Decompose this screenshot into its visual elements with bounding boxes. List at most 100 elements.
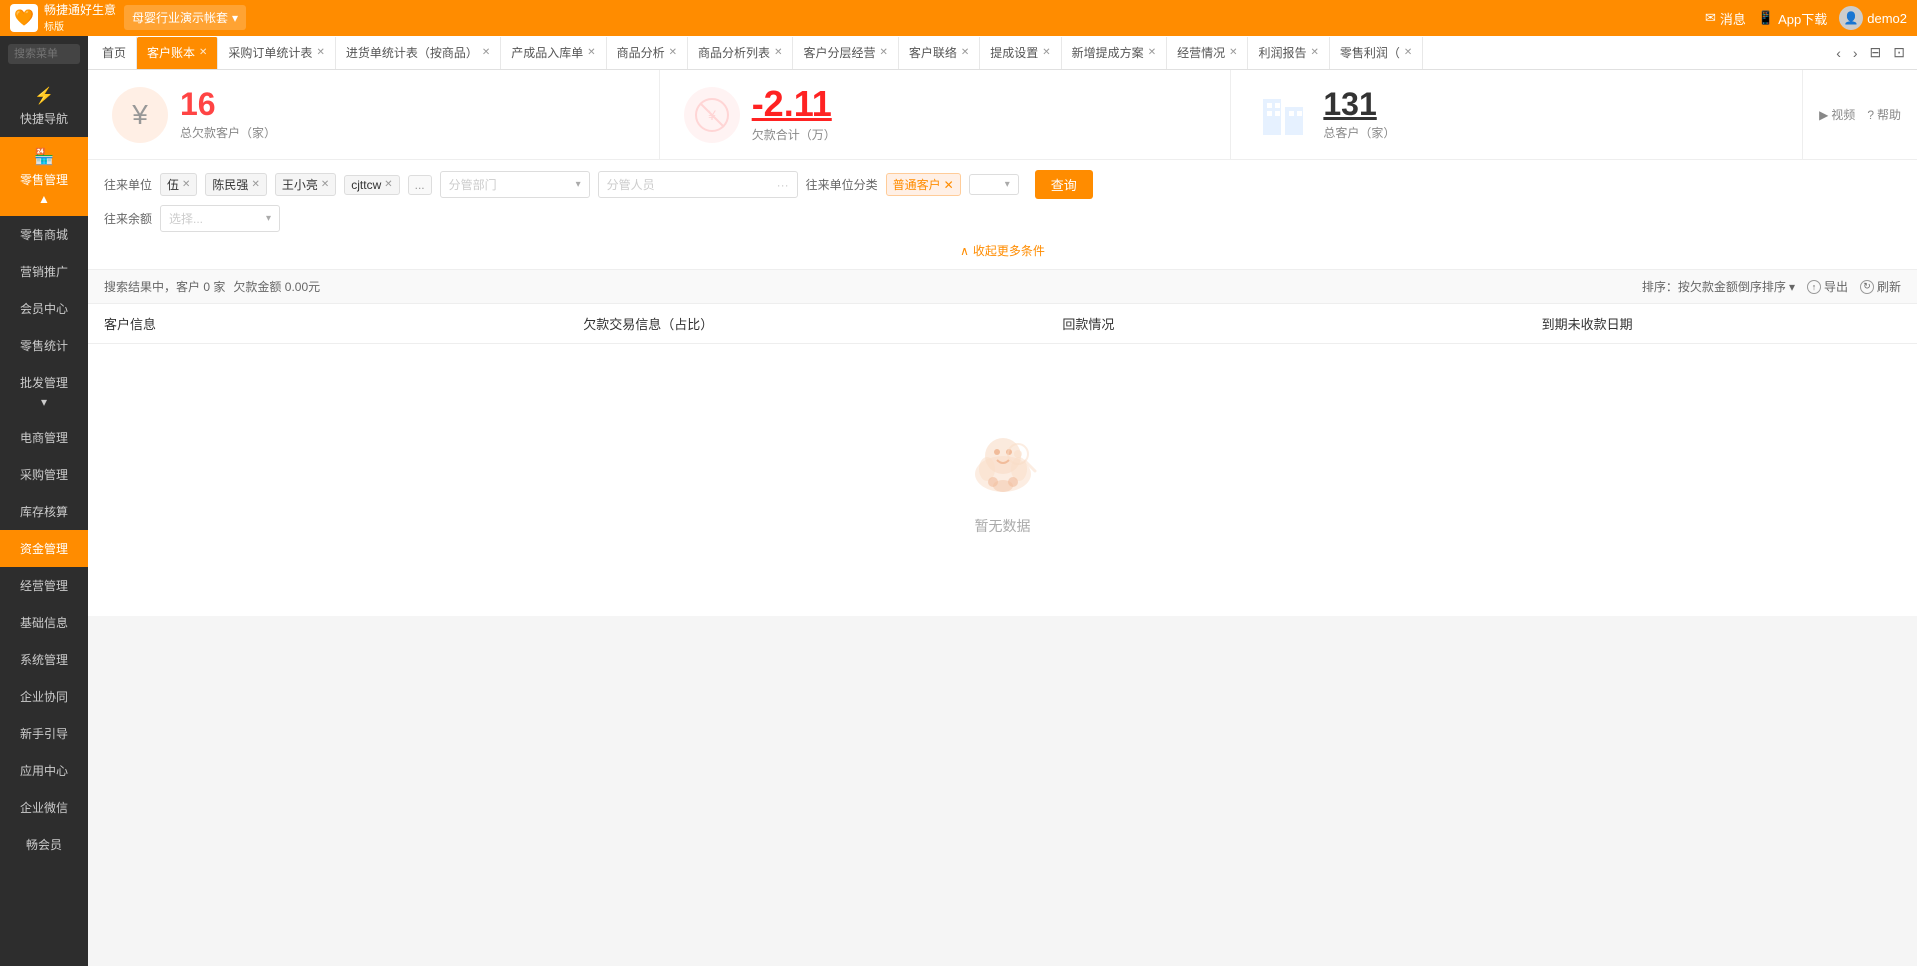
- tab-label: 客户账本: [147, 44, 195, 61]
- stat-info-customers: 16 总欠款客户（家）: [180, 88, 635, 141]
- sidebar-item-label: 零售统计: [20, 337, 68, 354]
- tab-next-button[interactable]: ›: [1849, 43, 1862, 63]
- tab-close-icon[interactable]: ✕: [316, 47, 324, 58]
- tab-customer-cost[interactable]: 客户账本 ✕: [137, 37, 218, 69]
- sidebar-item-retail-mgmt[interactable]: 🏪 零售管理 ▲: [0, 137, 88, 216]
- tab-operations[interactable]: 经营情况 ✕: [1167, 37, 1248, 69]
- sidebar-item-purchase[interactable]: 采购管理: [0, 456, 88, 493]
- tag-remove-icon[interactable]: ✕: [182, 179, 190, 190]
- collapse-button[interactable]: ∧ 收起更多条件: [104, 238, 1901, 259]
- sidebar-item-basic-info[interactable]: 基础信息: [0, 604, 88, 641]
- tab-retail-profit[interactable]: 零售利润（ ✕: [1330, 37, 1423, 69]
- tab-close-icon[interactable]: ✕: [482, 47, 490, 58]
- sidebar-item-ops[interactable]: 经营管理: [0, 567, 88, 604]
- sidebar-item-retail-stats[interactable]: 零售统计: [0, 327, 88, 364]
- tab-close-icon[interactable]: ✕: [1042, 47, 1050, 58]
- sidebar-item-finance[interactable]: 资金管理: [0, 530, 88, 567]
- user-menu[interactable]: 👤 demo2: [1839, 6, 1907, 30]
- stat-building-icon: [1255, 87, 1311, 143]
- arrow-icon: ▲: [38, 192, 50, 206]
- username: demo2: [1867, 11, 1907, 26]
- video-button[interactable]: ▶ 视频: [1819, 106, 1855, 123]
- export-button[interactable]: ↑ 导出: [1807, 278, 1848, 295]
- tab-product-analysis[interactable]: 商品分析 ✕: [607, 37, 688, 69]
- filter-row-1: 往来单位 伍 ✕ 陈民强 ✕ 王小亮 ✕: [104, 170, 1901, 199]
- sidebar-item-inventory[interactable]: 库存核算: [0, 493, 88, 530]
- quick-nav-icon: ⚡: [34, 86, 54, 106]
- tab-close-icon[interactable]: ✕: [1229, 47, 1237, 58]
- tab-close-icon[interactable]: ✕: [774, 47, 782, 58]
- customer-count: 0: [203, 280, 210, 294]
- filter-more-button[interactable]: ...: [408, 175, 432, 195]
- tab-minimize-button[interactable]: ⊟: [1866, 42, 1886, 63]
- tag-remove-icon[interactable]: ✕: [384, 179, 392, 190]
- tab-close-icon[interactable]: ✕: [669, 47, 677, 58]
- tab-close-icon[interactable]: ✕: [961, 47, 969, 58]
- dept-placeholder: 分管部门: [449, 176, 497, 193]
- tab-close-icon[interactable]: ✕: [199, 47, 207, 58]
- unit-class-tag: 普通客户 ✕: [886, 173, 961, 196]
- video-icon: ▶: [1819, 108, 1828, 122]
- message-icon: ✉: [1705, 10, 1716, 26]
- tab-promotion-settings[interactable]: 提成设置 ✕: [980, 37, 1061, 69]
- sort-button[interactable]: 排序：按欠款金额倒序排序 ▾: [1642, 278, 1795, 295]
- sort-label: 排序：按欠款金额倒序排序: [1642, 278, 1786, 295]
- tab-purchase-order[interactable]: 采购订单统计表 ✕: [218, 37, 335, 69]
- query-button[interactable]: 查询: [1035, 170, 1093, 199]
- tag-remove-icon[interactable]: ✕: [944, 178, 954, 192]
- tab-home[interactable]: 首页: [92, 37, 137, 69]
- sidebar-item-enterprise-coop[interactable]: 企业协同: [0, 678, 88, 715]
- results-bar-left: 搜索结果中，客户 0 家 欠款金额 0.00元: [104, 278, 320, 295]
- search-input[interactable]: [8, 44, 80, 64]
- tab-new-promotion[interactable]: 新增提成方案 ✕: [1062, 37, 1167, 69]
- tab-prev-button[interactable]: ‹: [1832, 43, 1845, 63]
- tab-close-icon[interactable]: ✕: [1148, 47, 1156, 58]
- sidebar: ⚡ 快捷导航 🏪 零售管理 ▲ 零售商城 营销推广 会员中心: [0, 36, 88, 966]
- sidebar-item-label: 企业协同: [20, 688, 68, 705]
- refresh-button[interactable]: ↻ 刷新: [1860, 278, 1901, 295]
- sidebar-item-label: 库存核算: [20, 503, 68, 520]
- results-bar: 搜索结果中，客户 0 家 欠款金额 0.00元 排序：按欠款金额倒序排序 ▾: [88, 270, 1917, 304]
- sidebar-item-ecommerce[interactable]: 电商管理: [0, 419, 88, 456]
- sidebar-item-system[interactable]: 系统管理: [0, 641, 88, 678]
- sidebar-item-wechat[interactable]: 企业微信: [0, 789, 88, 826]
- results-bar-right: 排序：按欠款金额倒序排序 ▾ ↑ 导出 ↻ 刷新: [1642, 278, 1901, 295]
- sidebar-item-marketing[interactable]: 营销推广: [0, 253, 88, 290]
- sidebar-item-member[interactable]: 会员中心: [0, 290, 88, 327]
- tab-profit-report[interactable]: 利润报告 ✕: [1248, 37, 1329, 69]
- unit-label: 往来单位: [104, 176, 152, 193]
- sidebar-item-new-guide[interactable]: 新手引导: [0, 715, 88, 752]
- remaining-dropdown[interactable]: 选择... ▾: [160, 205, 280, 232]
- tab-cost-entry[interactable]: 产成品入库单 ✕: [501, 37, 606, 69]
- tab-close-icon[interactable]: ✕: [879, 47, 887, 58]
- tab-close-icon[interactable]: ✕: [1311, 47, 1319, 58]
- message-button[interactable]: ✉ 消息: [1705, 9, 1746, 28]
- tab-label: 利润报告: [1258, 44, 1306, 61]
- tag-remove-icon[interactable]: ✕: [321, 179, 329, 190]
- search-prefix: 搜索结果中，客户: [104, 280, 200, 294]
- unit-class-dropdown[interactable]: ▾: [969, 174, 1019, 195]
- sidebar-item-retail-mall[interactable]: 零售商城: [0, 216, 88, 253]
- tab-customer-contact[interactable]: 客户联络 ✕: [899, 37, 980, 69]
- nav-selector[interactable]: 母婴行业演示帐套 ▾: [124, 5, 246, 30]
- sidebar-item-quick-nav[interactable]: ⚡ 快捷导航: [0, 76, 88, 137]
- tag-remove-icon[interactable]: ✕: [251, 179, 259, 190]
- download-button[interactable]: 📱 App下载: [1758, 9, 1827, 28]
- tab-close-icon[interactable]: ✕: [587, 47, 595, 58]
- dept-dropdown[interactable]: 分管部门 ▾: [440, 171, 590, 198]
- person-input[interactable]: 分管人员 ···: [598, 171, 798, 198]
- sidebar-item-app-center[interactable]: 应用中心: [0, 752, 88, 789]
- tab-purchase-stats[interactable]: 进货单统计表（按商品） ✕: [336, 37, 501, 69]
- tab-label: 经营情况: [1177, 44, 1225, 61]
- refresh-icon: ↻: [1860, 280, 1874, 294]
- retail-mgmt-icon: 🏪: [34, 147, 54, 167]
- tab-customer-tier[interactable]: 客户分层经营 ✕: [793, 37, 898, 69]
- help-button[interactable]: ? 帮助: [1867, 106, 1901, 123]
- tab-close-icon[interactable]: ✕: [1404, 47, 1412, 58]
- top-bar: 🧡 畅捷通好生意 标版 母婴行业演示帐套 ▾ ✉ 消息 📱 App下载 👤: [0, 0, 1917, 36]
- filter-row-2: 往来余额 选择... ▾: [104, 205, 1901, 232]
- sidebar-item-vip[interactable]: 畅会员: [0, 826, 88, 863]
- tab-maximize-button[interactable]: ⊡: [1889, 42, 1909, 63]
- sidebar-item-wholesale[interactable]: 批发管理 ▾: [0, 364, 88, 419]
- tab-product-list[interactable]: 商品分析列表 ✕: [688, 37, 793, 69]
